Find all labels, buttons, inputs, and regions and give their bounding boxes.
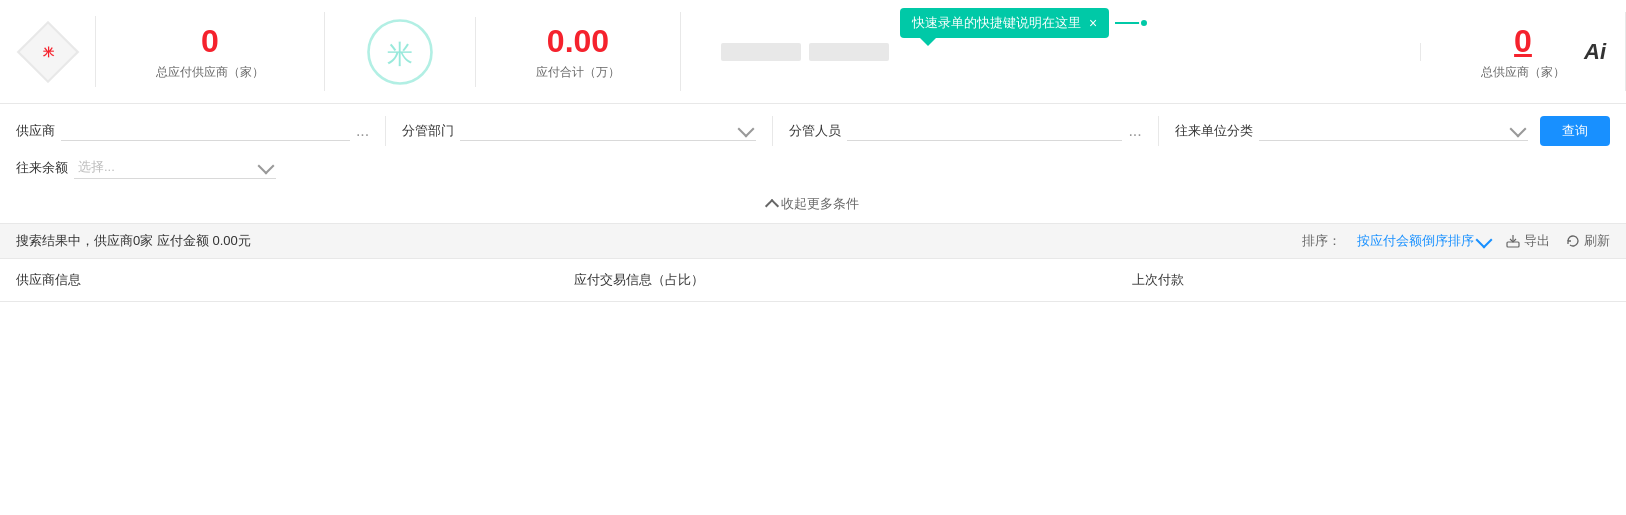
- filter-divider-3: [1158, 116, 1159, 146]
- collapse-button[interactable]: 收起更多条件: [767, 195, 859, 213]
- results-bar: 搜索结果中，供应商0家 应付金额 0.00元 排序： 按应付会额倒序排序 导出 …: [0, 224, 1626, 259]
- balance-select[interactable]: 选择...: [74, 156, 276, 179]
- total-payable-vendors-label: 总应付供应商（家）: [156, 64, 264, 81]
- refresh-icon: [1566, 234, 1580, 248]
- filter-row-1: 供应商 ... 分管部门 分管人员 ... 往来单位分类: [16, 116, 1610, 146]
- filter-balance: 往来余额 选择...: [16, 156, 276, 179]
- table-col-payable-info: 应付交易信息（占比）: [574, 271, 1132, 289]
- sort-value-text: 按应付会额倒序排序: [1357, 232, 1474, 250]
- sort-label: 排序：: [1302, 232, 1341, 250]
- table-col-last-payment: 上次付款: [1132, 271, 1610, 289]
- placeholder-bar-1: [721, 43, 801, 61]
- query-button[interactable]: 查询: [1540, 116, 1610, 146]
- results-info: 搜索结果中，供应商0家 应付金额 0.00元: [16, 232, 251, 250]
- summary-payable-total: 0.00 应付合计（万）: [476, 12, 681, 91]
- person-label: 分管人员: [789, 122, 841, 140]
- table-body: [0, 302, 1626, 515]
- total-vendors-label: 总供应商（家）: [1481, 64, 1565, 81]
- filter-department: 分管部门: [402, 121, 755, 141]
- payable-icon: 米: [365, 17, 435, 87]
- table-col-supplier-info: 供应商信息: [16, 271, 574, 289]
- unit-class-label: 往来单位分类: [1175, 122, 1253, 140]
- supplier-dots-button[interactable]: ...: [356, 122, 369, 140]
- unit-class-select[interactable]: [1259, 121, 1528, 141]
- filter-divider-2: [772, 116, 773, 146]
- refresh-button[interactable]: 刷新: [1566, 232, 1610, 250]
- app-logo: 米: [20, 24, 75, 79]
- svg-text:米: 米: [387, 38, 413, 68]
- balance-chevron-icon: [258, 157, 275, 174]
- payable-total-value: 0.00: [547, 22, 609, 60]
- sort-chevron-icon: [1476, 231, 1493, 248]
- total-payable-vendors-value: 0: [201, 22, 219, 60]
- department-select[interactable]: [460, 121, 755, 141]
- sort-value-button[interactable]: 按应付会额倒序排序: [1357, 232, 1490, 250]
- collapse-label: 收起更多条件: [781, 195, 859, 213]
- results-actions: 排序： 按应付会额倒序排序 导出 刷新: [1302, 232, 1610, 250]
- balance-placeholder: 选择...: [78, 158, 260, 176]
- export-label: 导出: [1524, 232, 1550, 250]
- collapse-chevron-icon: [765, 199, 779, 213]
- tooltip-close-button[interactable]: ×: [1089, 16, 1097, 30]
- collapse-row: 收起更多条件: [16, 189, 1610, 223]
- department-label: 分管部门: [402, 122, 454, 140]
- table-header: 供应商信息 应付交易信息（占比） 上次付款: [0, 259, 1626, 302]
- summary-total-payable-vendors: 0 总应付供应商（家）: [96, 12, 325, 91]
- department-chevron-icon: [737, 121, 754, 138]
- total-vendors-value: 0: [1514, 22, 1532, 60]
- refresh-label: 刷新: [1584, 232, 1610, 250]
- placeholder-bar-2: [809, 43, 889, 61]
- export-icon: [1506, 234, 1520, 248]
- person-dots-button[interactable]: ...: [1128, 122, 1141, 140]
- supplier-label: 供应商: [16, 122, 55, 140]
- tooltip-text: 快速录单的快捷键说明在这里: [912, 14, 1081, 32]
- filter-unit-class: 往来单位分类: [1175, 121, 1528, 141]
- balance-label: 往来余额: [16, 159, 68, 177]
- ai-badge: Ai: [1584, 39, 1606, 65]
- filter-divider-1: [385, 116, 386, 146]
- payable-total-label: 应付合计（万）: [536, 64, 620, 81]
- tooltip-dot: [1139, 18, 1149, 28]
- unit-class-chevron-icon: [1510, 121, 1527, 138]
- filter-area: 供应商 ... 分管部门 分管人员 ... 往来单位分类: [0, 104, 1626, 224]
- person-input[interactable]: [847, 121, 1123, 141]
- filter-supplier: 供应商 ...: [16, 121, 369, 141]
- summary-bar: 米 0 总应付供应商（家） 米 0.00 应付合计（万） 0 总供应商（家） 快…: [0, 0, 1626, 104]
- filter-person: 分管人员 ...: [789, 121, 1142, 141]
- filter-row-2: 往来余额 选择...: [16, 156, 1610, 179]
- tooltip-bubble: 快速录单的快捷键说明在这里 ×: [900, 8, 1109, 38]
- supplier-input[interactable]: [61, 121, 350, 141]
- export-button[interactable]: 导出: [1506, 232, 1550, 250]
